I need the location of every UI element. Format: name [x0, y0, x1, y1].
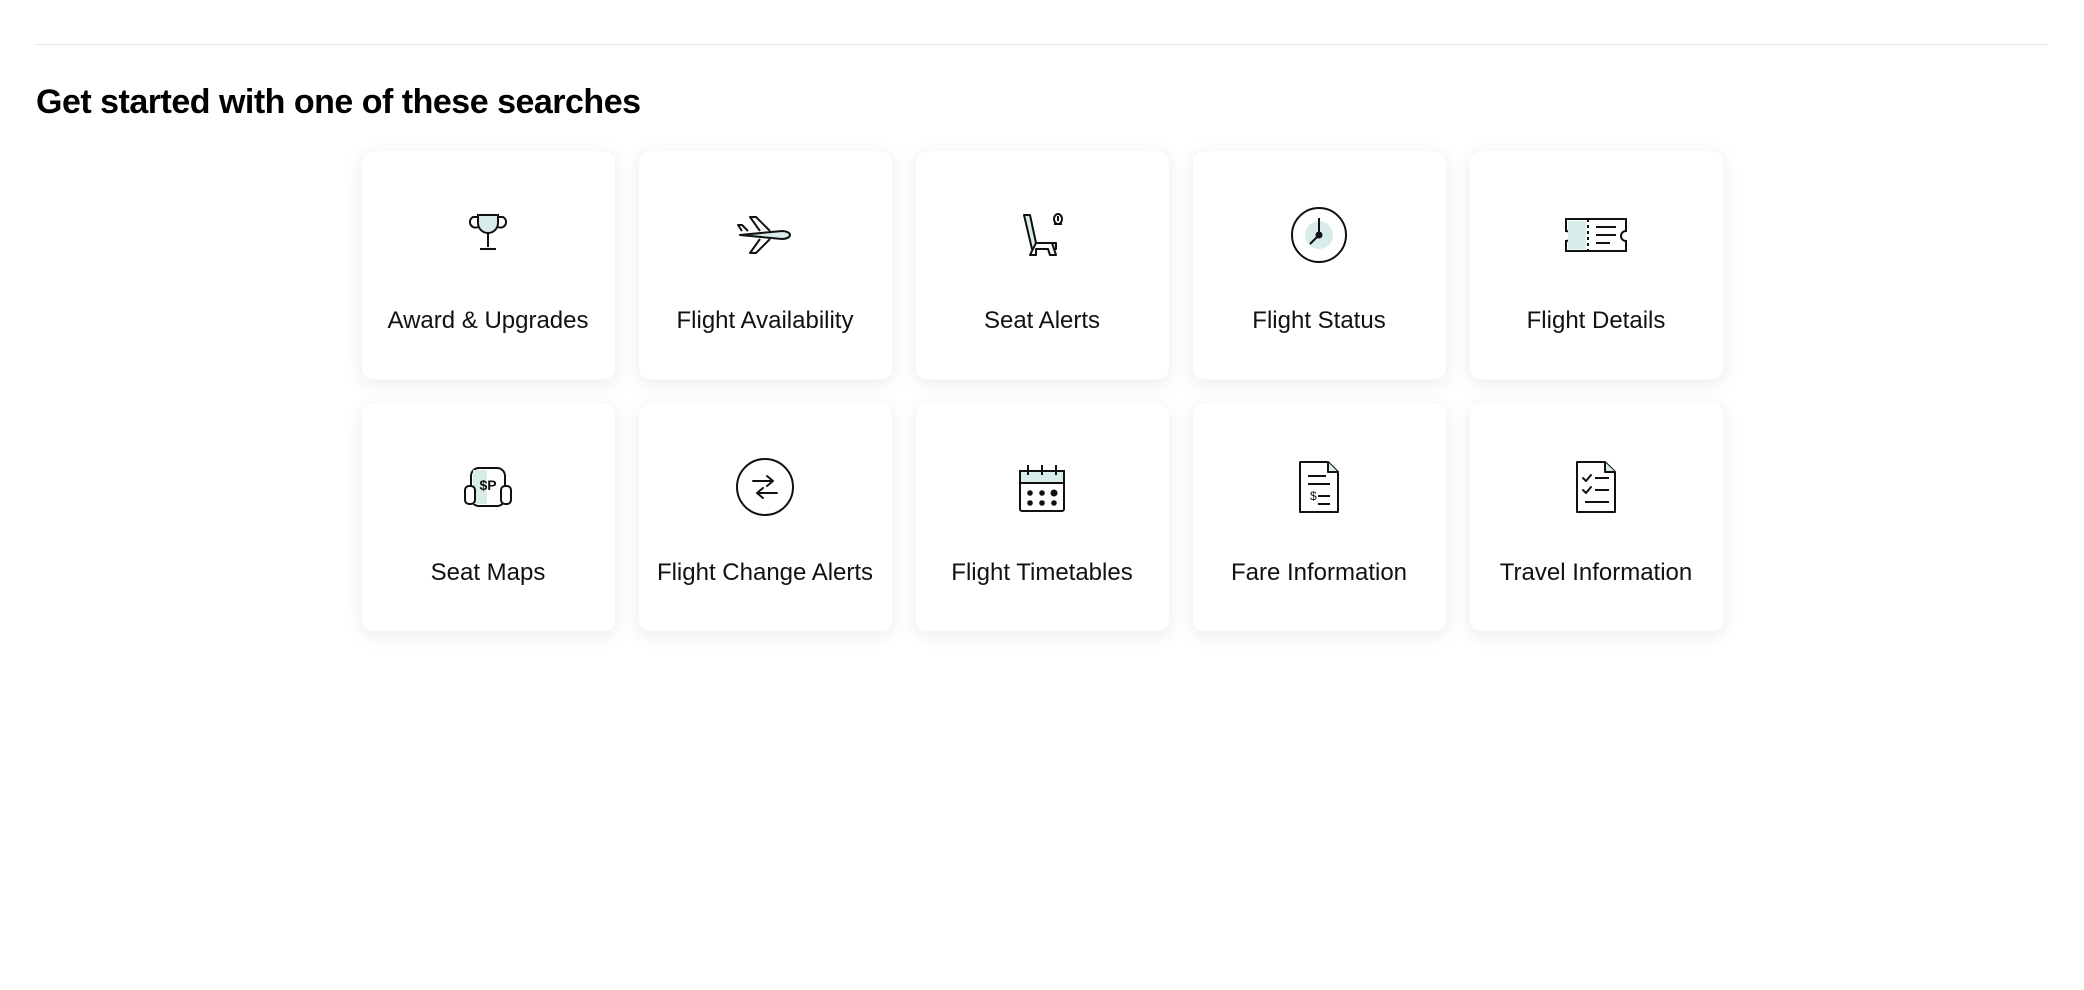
- svg-text:$: $: [1310, 489, 1317, 503]
- card-label: Flight Availability: [677, 307, 854, 335]
- card-flight-availability[interactable]: Flight Availability: [638, 150, 893, 380]
- card-label: Fare Information: [1231, 559, 1407, 587]
- card-seat-maps[interactable]: $P Seat Maps: [361, 402, 616, 632]
- ticket-icon: [1562, 195, 1630, 275]
- card-label: Flight Change Alerts: [657, 559, 873, 587]
- card-fare-information[interactable]: $ Fare Information: [1192, 402, 1447, 632]
- divider: [36, 44, 2048, 45]
- trophy-icon: [460, 195, 516, 275]
- card-label: Flight Details: [1527, 307, 1666, 335]
- search-cards-grid: Award & Upgrades Flight Availability Sea…: [36, 150, 2048, 632]
- checklist-document-icon: [1571, 447, 1621, 527]
- card-label: Seat Maps: [431, 559, 546, 587]
- card-label: Flight Status: [1252, 307, 1385, 335]
- card-flight-status[interactable]: Flight Status: [1192, 150, 1447, 380]
- card-travel-information[interactable]: Travel Information: [1469, 402, 1724, 632]
- svg-text:$P: $P: [479, 477, 496, 493]
- card-label: Award & Upgrades: [388, 307, 589, 335]
- airplane-icon: [730, 195, 800, 275]
- card-award-upgrades[interactable]: Award & Upgrades: [361, 150, 616, 380]
- seat-price-icon: $P: [457, 447, 519, 527]
- fare-document-icon: $: [1294, 447, 1344, 527]
- card-flight-details[interactable]: Flight Details: [1469, 150, 1724, 380]
- card-label: Travel Information: [1500, 559, 1693, 587]
- card-flight-change-alerts[interactable]: Flight Change Alerts: [638, 402, 893, 632]
- card-seat-alerts[interactable]: Seat Alerts: [915, 150, 1170, 380]
- card-label: Seat Alerts: [984, 307, 1100, 335]
- transfer-icon: [733, 447, 797, 527]
- card-flight-timetables[interactable]: Flight Timetables: [915, 402, 1170, 632]
- seat-alert-icon: [1012, 195, 1072, 275]
- clock-icon: [1288, 195, 1350, 275]
- calendar-icon: [1014, 447, 1070, 527]
- card-label: Flight Timetables: [951, 559, 1132, 587]
- section-title: Get started with one of these searches: [36, 83, 2048, 122]
